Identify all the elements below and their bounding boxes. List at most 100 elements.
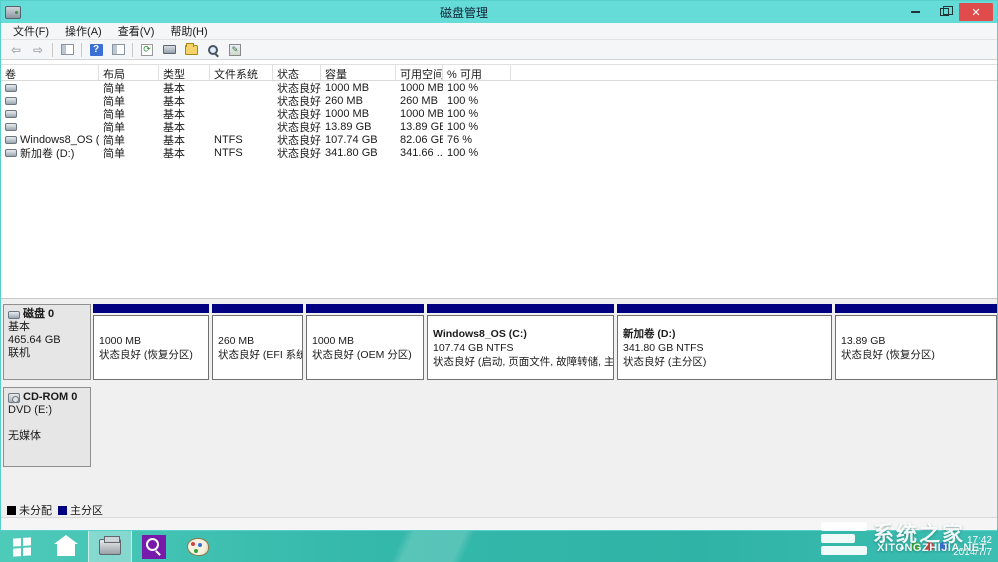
disk-0-name: 磁盘 0 — [23, 308, 55, 320]
close-button[interactable]: ✕ — [959, 3, 993, 21]
taskbar-paint-button[interactable] — [176, 531, 220, 562]
refresh-button[interactable]: ⟳ — [137, 41, 157, 58]
volume-icon — [5, 122, 17, 131]
help-button[interactable]: ? — [86, 41, 106, 58]
column-header[interactable]: % 可用 — [443, 65, 511, 80]
forward-button[interactable]: ⇨ — [28, 41, 48, 58]
partition-color-bar — [427, 304, 614, 313]
column-header[interactable]: 文件系统 — [210, 65, 273, 80]
back-button[interactable]: ⇦ — [6, 41, 26, 58]
partition-color-bar — [835, 304, 997, 313]
desktop: 磁盘管理 ✕ 文件(F)操作(A)查看(V)帮助(H) ⇦ ⇨ ? ⟳ ✎ — [0, 0, 998, 562]
disk-0-type: 基本 — [8, 321, 30, 333]
windows-logo-icon — [13, 536, 31, 557]
home-icon — [54, 535, 78, 556]
volume-cell — [1, 96, 99, 105]
partition-box: 新加卷 (D:) 341.80 GB NTFS 状态良好 (主分区) — [617, 315, 832, 380]
disk-0-info[interactable]: 磁盘 0 基本 465.64 GB 联机 — [3, 304, 91, 380]
legend-item: 未分配 — [7, 502, 52, 518]
cdrom-info[interactable]: CD-ROM 0 DVD (E:) 无媒体 — [3, 387, 91, 467]
show-console-tree-button[interactable] — [57, 41, 77, 58]
volume-cell: NTFS — [214, 133, 243, 146]
volume-cell: 1000 MB — [400, 107, 443, 120]
volume-cell: 新加卷 (D:) — [1, 145, 99, 161]
rescan-disks-button[interactable] — [159, 41, 179, 58]
volume-cell: 341.66 ... — [400, 146, 443, 159]
volume-cell: 76 % — [447, 133, 473, 146]
toolbar-separator — [52, 42, 53, 57]
volume-cell: 107.74 GB — [325, 133, 378, 146]
disk-management-app-icon — [99, 535, 121, 555]
legend-color-chip — [58, 505, 67, 515]
partition-legend: 未分配 主分区 — [7, 502, 103, 518]
taskbar-disk-management-button[interactable] — [88, 531, 132, 562]
restore-button[interactable] — [930, 3, 959, 21]
tray-green-icon[interactable] — [911, 542, 921, 551]
partition[interactable]: 1000 MB 状态良好 (OEM 分区) — [306, 304, 424, 380]
cdrom-media: 无媒体 — [8, 430, 41, 442]
properties-icon: ✎ — [229, 43, 241, 56]
disk-0-partitions: 1000 MB状态良好 (恢复分区)260 MB状态良好 (EFI 系统分100… — [93, 304, 998, 380]
partition-color-bar — [93, 304, 209, 313]
clock-date: 2014/7/7 — [953, 546, 992, 558]
menu-item[interactable]: 查看(V) — [110, 22, 163, 40]
column-header[interactable]: 可用空间 — [396, 65, 443, 80]
show-action-pane-button[interactable] — [108, 41, 128, 58]
taskbar-clock[interactable]: 17:42 2014/7/7 — [953, 535, 992, 559]
app-icon[interactable] — [5, 5, 21, 19]
column-header[interactable]: 容量 — [321, 65, 396, 80]
partition[interactable]: 260 MB状态良好 (EFI 系统分 — [212, 304, 303, 380]
back-icon: ⇦ — [10, 42, 22, 57]
start-button[interactable] — [0, 531, 44, 562]
cdrom-drive: DVD (E:) — [8, 404, 52, 416]
volume-cell: 260 MB — [400, 94, 438, 107]
volume-row[interactable]: 新加卷 (D:) 简单 基本 NTFS 状态良好 (... 341.80 GB 341.66… — [1, 145, 997, 161]
column-header[interactable]: 卷 — [1, 65, 99, 80]
taskbar-search-button[interactable] — [132, 531, 176, 562]
menu-item[interactable]: 帮助(H) — [162, 22, 215, 40]
partition-box: 260 MB状态良好 (EFI 系统分 — [212, 315, 303, 380]
disk-management-window: 磁盘管理 ✕ 文件(F)操作(A)查看(V)帮助(H) ⇦ ⇨ ? ⟳ ✎ — [0, 0, 998, 531]
volume-icon — [5, 135, 17, 144]
show-hidden-icons-button[interactable]: ▲ — [898, 542, 906, 551]
menu-item[interactable]: 文件(F) — [5, 22, 57, 40]
cdrom-row: CD-ROM 0 DVD (E:) 无媒体 — [3, 387, 91, 467]
partition-size: 107.74 GB NTFS — [433, 341, 514, 354]
help-icon: ? — [89, 43, 103, 56]
legend-color-chip — [7, 505, 16, 515]
properties-button[interactable]: ✎ — [225, 41, 245, 58]
column-header-filler — [511, 65, 997, 80]
taskbar-home-button[interactable] — [44, 531, 88, 562]
tray-red-icon[interactable] — [925, 542, 935, 551]
tray-blue-icon[interactable] — [939, 542, 949, 551]
disk-icon — [8, 310, 20, 319]
folder-icon — [184, 42, 198, 55]
column-header[interactable]: 布局 — [99, 65, 159, 80]
partition-status: 状态良好 (恢复分区) — [99, 348, 193, 361]
restore-icon — [940, 6, 953, 16]
minimize-button[interactable] — [901, 3, 930, 21]
open-button[interactable] — [181, 41, 201, 58]
volume-cell: 82.06 GB — [400, 133, 443, 146]
menu-item[interactable]: 操作(A) — [57, 22, 110, 40]
cdrom-name: CD-ROM 0 — [23, 391, 78, 403]
partition-size: 1000 MB — [99, 334, 142, 347]
disk-0-size: 465.64 GB — [8, 334, 61, 346]
taskbar: ▲ 17:42 2014/7/7 — [0, 531, 998, 562]
partition-box: Windows8_OS (C:) 107.74 GB NTFS 状态良好 (启动, … — [427, 315, 614, 380]
partition[interactable]: 1000 MB 状态良好 (恢复分区) — [93, 304, 209, 380]
partition-box: 1000 MB 状态良好 (恢复分区) — [93, 315, 209, 380]
column-header[interactable]: 类型 — [159, 65, 210, 80]
partition[interactable]: 13.89 GB 状态良好 (恢复分区) — [835, 304, 997, 380]
explore-button[interactable] — [203, 41, 223, 58]
volume-cell: 简单 — [103, 147, 125, 160]
volume-cell: 1000 MB — [400, 81, 443, 94]
column-header[interactable]: 状态 — [273, 65, 321, 80]
partition[interactable]: Windows8_OS (C:) 107.74 GB NTFS 状态良好 (启动, … — [427, 304, 614, 380]
partition[interactable]: 新加卷 (D:) 341.80 GB NTFS 状态良好 (主分区) — [617, 304, 832, 380]
volume-cell — [1, 83, 99, 92]
partition-size: 1000 MB — [312, 334, 355, 347]
refresh-icon: ⟳ — [141, 43, 153, 56]
menu-bar: 文件(F) 操作(A) 查看(V) 帮助(H) — [1, 23, 997, 40]
legend-item: 主分区 — [58, 502, 103, 518]
